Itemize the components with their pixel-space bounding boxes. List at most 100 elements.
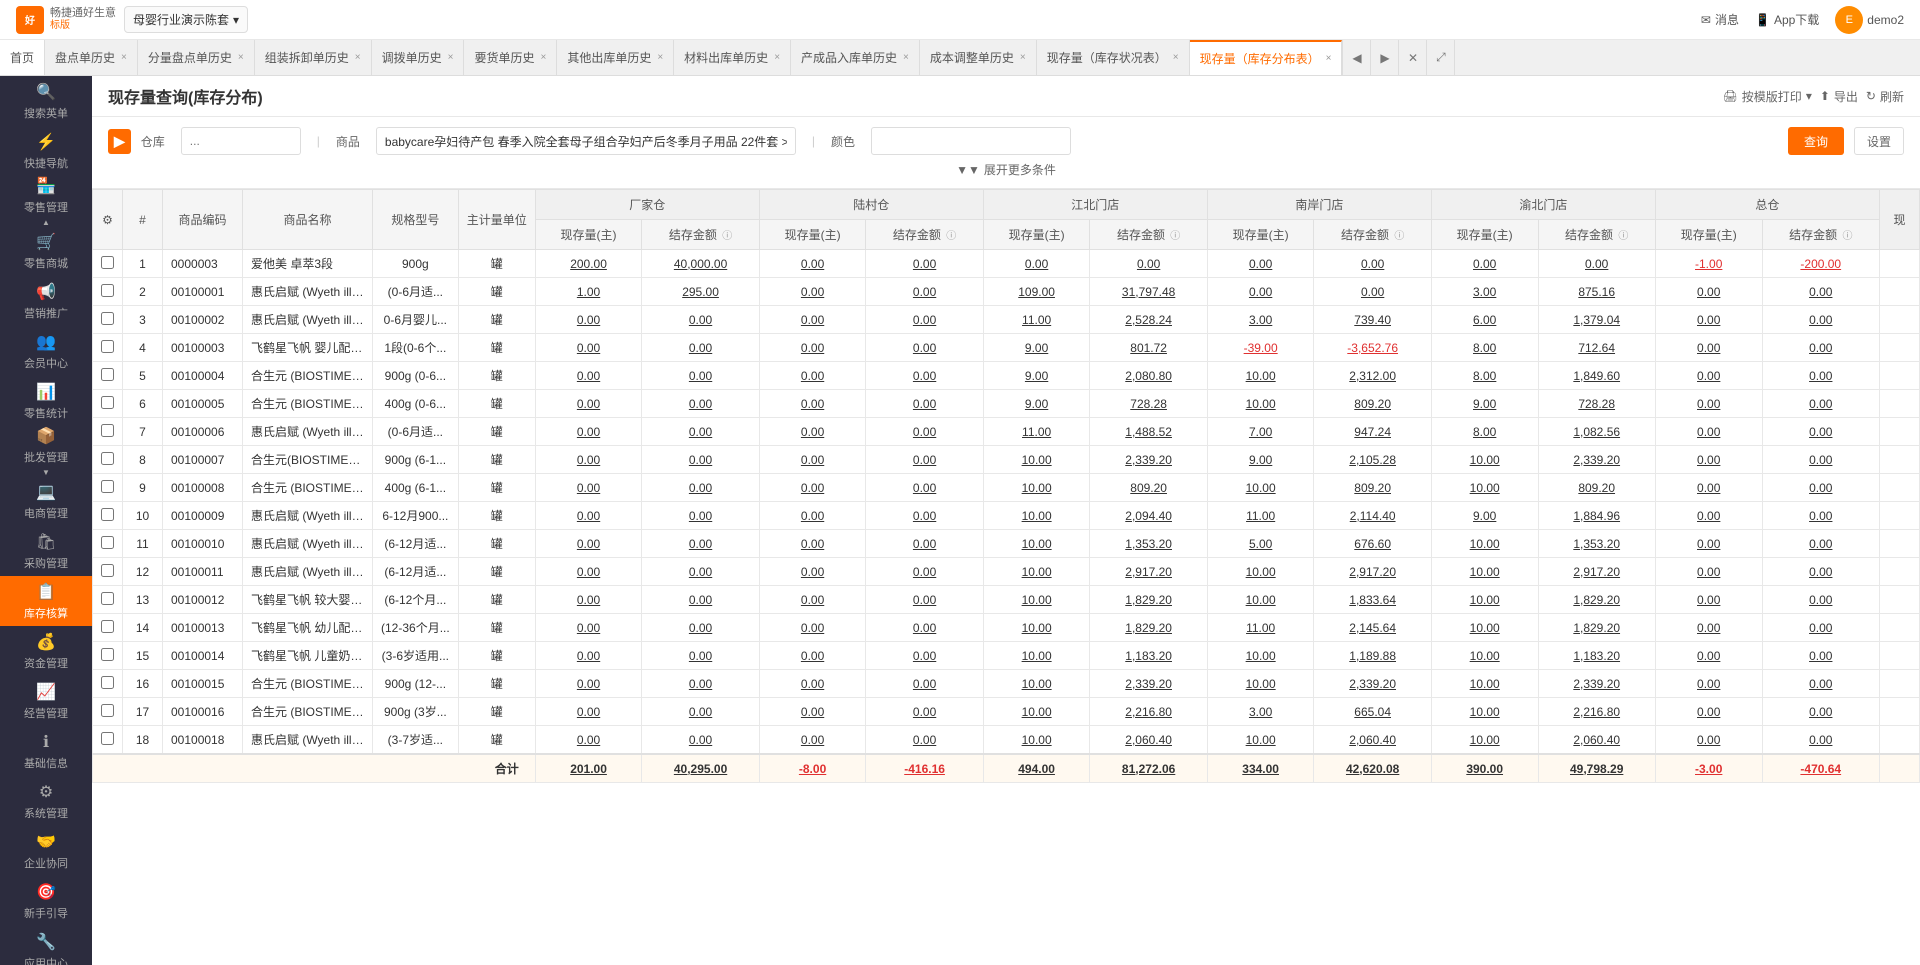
row-lc-amt[interactable]: 0.00 — [866, 362, 983, 390]
tab-8[interactable]: 产成品入库单历史 × — [791, 40, 920, 76]
row-checkbox[interactable] — [93, 502, 123, 530]
row-cy-amt[interactable]: 0.00 — [642, 474, 759, 502]
row-total-qty[interactable]: -1.00 — [1655, 250, 1762, 278]
row-checkbox[interactable] — [93, 390, 123, 418]
expand-conditions-btn[interactable]: ▼▼ 展开更多条件 — [108, 161, 1904, 178]
row-jb-amt[interactable]: 2,528.24 — [1090, 306, 1207, 334]
row-cy-amt[interactable]: 0.00 — [642, 418, 759, 446]
row-na-amt[interactable]: 0.00 — [1314, 250, 1431, 278]
tab-expand-btn[interactable]: ⤢ — [1427, 40, 1455, 76]
tab-close-11[interactable]: × — [1326, 53, 1332, 64]
summary-cy-qty[interactable]: 201.00 — [535, 754, 642, 783]
row-jb-amt[interactable]: 2,917.20 — [1090, 558, 1207, 586]
row-total-amt[interactable]: 0.00 — [1762, 418, 1879, 446]
row-checkbox[interactable] — [93, 446, 123, 474]
row-jb-amt[interactable]: 1,353.20 — [1090, 530, 1207, 558]
row-checkbox[interactable] — [93, 250, 123, 278]
settings-col-header[interactable]: ⚙ — [93, 190, 123, 250]
row-total-qty[interactable]: 0.00 — [1655, 698, 1762, 726]
row-na-qty[interactable]: 11.00 — [1207, 502, 1314, 530]
export-btn[interactable]: ⬆ 导出 — [1820, 88, 1858, 105]
row-yb-amt[interactable]: 2,339.20 — [1538, 670, 1655, 698]
row-lc-qty[interactable]: 0.00 — [759, 474, 866, 502]
row-checkbox[interactable] — [93, 278, 123, 306]
row-lc-amt[interactable]: 0.00 — [866, 278, 983, 306]
row-yb-qty[interactable]: 10.00 — [1431, 586, 1538, 614]
row-lc-qty[interactable]: 0.00 — [759, 418, 866, 446]
tab-2[interactable]: 分量盘点单历史 × — [138, 40, 255, 76]
row-jb-amt[interactable]: 0.00 — [1090, 250, 1207, 278]
row-lc-qty[interactable]: 0.00 — [759, 278, 866, 306]
row-yb-qty[interactable]: 3.00 — [1431, 278, 1538, 306]
sidebar-item-finance[interactable]: 💰 资金管理 — [0, 626, 92, 676]
row-jb-qty[interactable]: 11.00 — [983, 418, 1090, 446]
row-jb-amt[interactable]: 728.28 — [1090, 390, 1207, 418]
row-total-qty[interactable]: 0.00 — [1655, 278, 1762, 306]
row-yb-qty[interactable]: 10.00 — [1431, 670, 1538, 698]
row-total-amt[interactable]: 0.00 — [1762, 446, 1879, 474]
tab-9[interactable]: 成本调整单历史 × — [920, 40, 1037, 76]
summary-yb-qty[interactable]: 390.00 — [1431, 754, 1538, 783]
tab-4[interactable]: 调拨单历史 × — [372, 40, 465, 76]
row-total-amt[interactable]: 0.00 — [1762, 306, 1879, 334]
collapse-arrow-btn[interactable]: ▶ — [108, 129, 131, 154]
row-total-qty[interactable]: 0.00 — [1655, 530, 1762, 558]
row-cy-amt[interactable]: 0.00 — [642, 642, 759, 670]
row-total-amt[interactable]: -200.00 — [1762, 250, 1879, 278]
warehouse-input[interactable] — [181, 127, 301, 155]
row-na-amt[interactable]: 0.00 — [1314, 278, 1431, 306]
row-lc-amt[interactable]: 0.00 — [866, 670, 983, 698]
summary-total-qty[interactable]: -3.00 — [1655, 754, 1762, 783]
row-cy-qty[interactable]: 0.00 — [535, 558, 642, 586]
row-lc-qty[interactable]: 0.00 — [759, 446, 866, 474]
row-na-amt[interactable]: 1,189.88 — [1314, 642, 1431, 670]
row-lc-amt[interactable]: 0.00 — [866, 614, 983, 642]
row-lc-qty[interactable]: 0.00 — [759, 250, 866, 278]
row-na-qty[interactable]: 10.00 — [1207, 390, 1314, 418]
row-lc-amt[interactable]: 0.00 — [866, 334, 983, 362]
row-yb-amt[interactable]: 1,379.04 — [1538, 306, 1655, 334]
row-jb-qty[interactable]: 10.00 — [983, 670, 1090, 698]
row-jb-qty[interactable]: 9.00 — [983, 390, 1090, 418]
row-lc-amt[interactable]: 0.00 — [866, 390, 983, 418]
row-yb-amt[interactable]: 1,183.20 — [1538, 642, 1655, 670]
row-jb-amt[interactable]: 2,339.20 — [1090, 670, 1207, 698]
row-yb-amt[interactable]: 1,829.20 — [1538, 614, 1655, 642]
row-na-amt[interactable]: 676.60 — [1314, 530, 1431, 558]
row-na-amt[interactable]: 665.04 — [1314, 698, 1431, 726]
row-lc-amt[interactable]: 0.00 — [866, 726, 983, 755]
row-na-amt[interactable]: 2,312.00 — [1314, 362, 1431, 390]
row-yb-qty[interactable]: 10.00 — [1431, 698, 1538, 726]
row-na-qty[interactable]: 9.00 — [1207, 446, 1314, 474]
row-yb-amt[interactable]: 809.20 — [1538, 474, 1655, 502]
sidebar-item-member[interactable]: 👥 会员中心 — [0, 326, 92, 376]
lc-amt-info-icon[interactable]: ⓘ — [946, 231, 956, 242]
sidebar-item-business[interactable]: 📈 经营管理 — [0, 676, 92, 726]
row-jb-qty[interactable]: 11.00 — [983, 306, 1090, 334]
row-lc-amt[interactable]: 0.00 — [866, 250, 983, 278]
row-jb-qty[interactable]: 10.00 — [983, 698, 1090, 726]
row-jb-amt[interactable]: 2,094.40 — [1090, 502, 1207, 530]
tab-close-4[interactable]: × — [448, 52, 454, 63]
row-yb-amt[interactable]: 2,216.80 — [1538, 698, 1655, 726]
tab-close-7[interactable]: × — [774, 52, 780, 63]
industry-selector[interactable]: 母婴行业演示陈套 ▾ — [124, 6, 248, 33]
tab-close-9[interactable]: × — [1020, 52, 1026, 63]
row-yb-qty[interactable]: 10.00 — [1431, 558, 1538, 586]
row-jb-qty[interactable]: 10.00 — [983, 614, 1090, 642]
row-cy-amt[interactable]: 0.00 — [642, 558, 759, 586]
row-na-amt[interactable]: 2,105.28 — [1314, 446, 1431, 474]
row-lc-amt[interactable]: 0.00 — [866, 474, 983, 502]
sidebar-item-apps[interactable]: 🔧 应用中心 — [0, 926, 92, 965]
row-yb-amt[interactable]: 1,849.60 — [1538, 362, 1655, 390]
row-lc-amt[interactable]: 0.00 — [866, 558, 983, 586]
row-checkbox[interactable] — [93, 418, 123, 446]
tab-close-2[interactable]: × — [238, 52, 244, 63]
row-lc-qty[interactable]: 0.00 — [759, 642, 866, 670]
row-jb-amt[interactable]: 2,080.80 — [1090, 362, 1207, 390]
row-na-amt[interactable]: 809.20 — [1314, 474, 1431, 502]
row-cy-qty[interactable]: 0.00 — [535, 474, 642, 502]
color-input[interactable] — [871, 127, 1071, 155]
row-na-qty[interactable]: 3.00 — [1207, 306, 1314, 334]
refresh-btn[interactable]: ↻ 刷新 — [1866, 88, 1904, 105]
